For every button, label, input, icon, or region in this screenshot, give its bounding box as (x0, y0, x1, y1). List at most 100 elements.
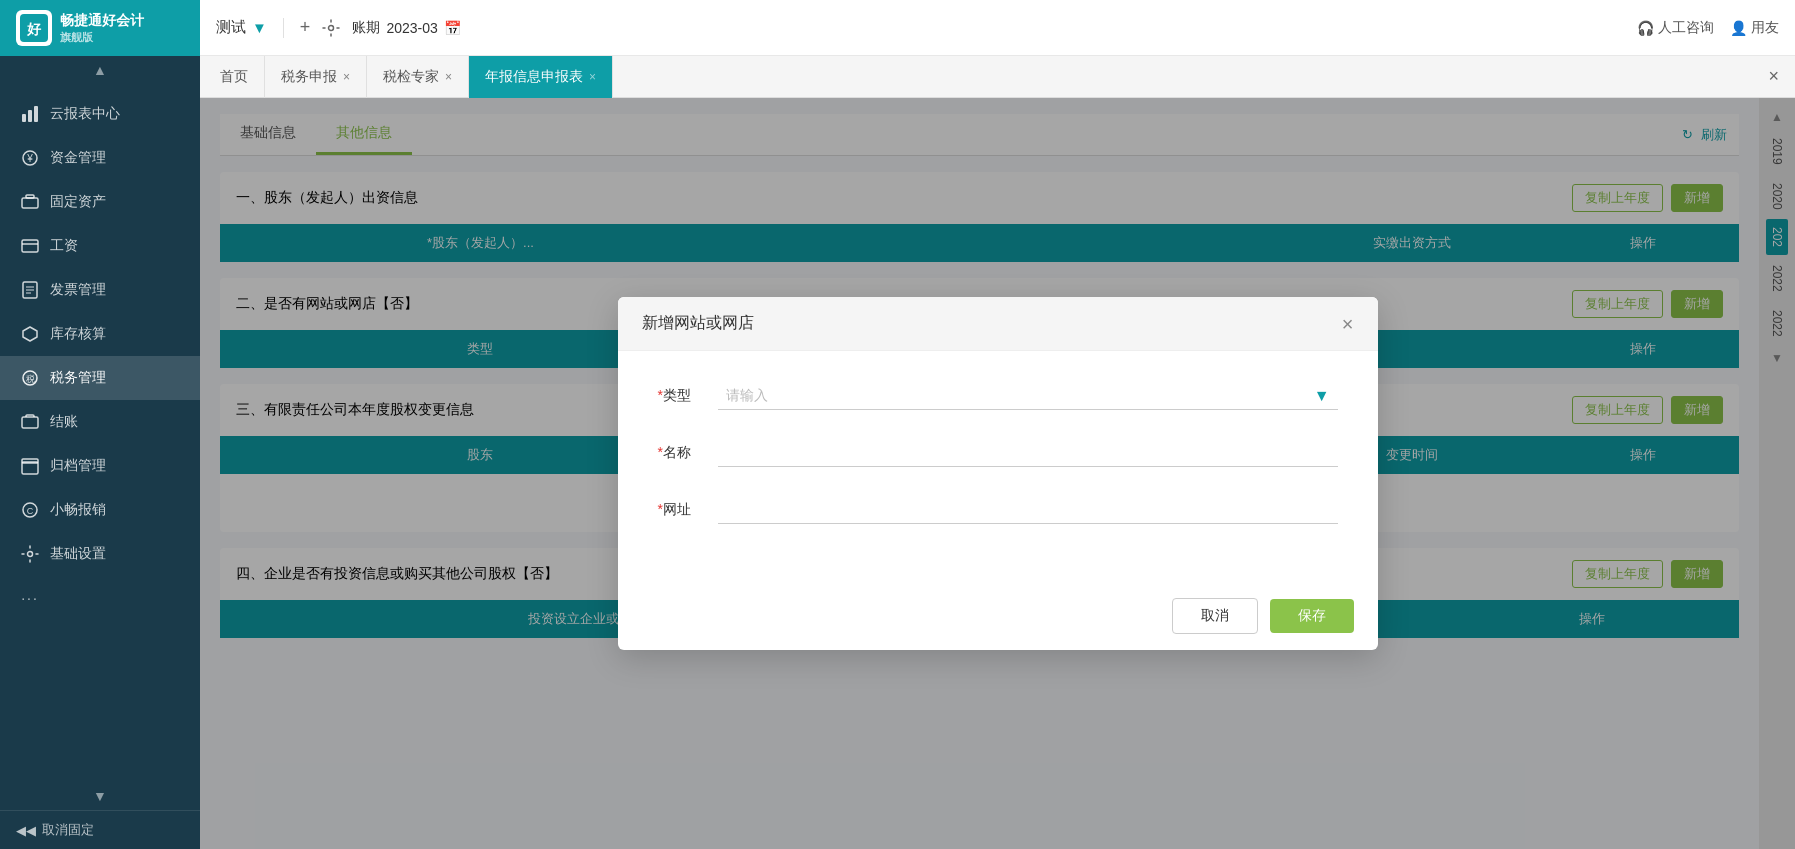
svg-point-22 (28, 552, 33, 557)
name-required-mark: * (658, 444, 663, 460)
tab-tax-inspection[interactable]: 税检专家 × (367, 56, 469, 98)
sidebar-item-label: 资金管理 (50, 149, 106, 167)
app-logo: 好 畅捷通好会计 旗舰版 (0, 0, 200, 56)
tab-home-label: 首页 (220, 68, 248, 86)
sidebar-item-label: 基础设置 (50, 545, 106, 563)
settings-button[interactable] (322, 19, 340, 37)
dialog-overlay: 新增网站或网店 × *类型 ▼ (200, 98, 1795, 849)
svg-rect-19 (22, 459, 38, 463)
tab-close-annual-report[interactable]: × (589, 70, 596, 84)
cancel-button[interactable]: 取消 (1172, 598, 1258, 634)
dialog-title: 新增网站或网店 (642, 313, 754, 334)
sidebar-item-label: 结账 (50, 413, 78, 431)
sidebar-item-label: 归档管理 (50, 457, 106, 475)
headset-icon: 🎧 (1637, 20, 1654, 36)
svg-rect-3 (28, 110, 32, 122)
tab-close-tax-inspection[interactable]: × (445, 70, 452, 84)
sidebar-item-tax-mgmt[interactable]: 税 税务管理 (0, 356, 200, 400)
app-name: 畅捷通好会计 (60, 11, 144, 29)
sidebar-item-label: 工资 (50, 237, 78, 255)
pin-icon: ◀◀ (16, 823, 36, 838)
sidebar-scroll-up[interactable]: ▲ (0, 56, 200, 84)
add-website-dialog: 新增网站或网店 × *类型 ▼ (618, 297, 1378, 650)
inventory-icon (20, 324, 40, 344)
user-icon: 👤 (1730, 20, 1747, 36)
tab-annual-report[interactable]: 年报信息申报表 × (469, 56, 613, 98)
sidebar-item-label: 固定资产 (50, 193, 106, 211)
topbar-divider (283, 18, 284, 38)
main-area: 测试 ▼ + 账期 2023-03 📅 🎧 人工咨询 👤 用友 (200, 0, 1795, 849)
more-icon: ··· (20, 588, 40, 608)
type-form-field: *类型 ▼ (658, 381, 1338, 410)
save-button[interactable]: 保存 (1270, 599, 1354, 633)
dialog-close-button[interactable]: × (1342, 314, 1354, 334)
app-subtitle: 旗舰版 (60, 30, 144, 45)
logo-icon: 好 (16, 10, 52, 46)
pin-button[interactable]: ◀◀ 取消固定 (16, 821, 184, 839)
sidebar-item-payroll[interactable]: 工资 (0, 224, 200, 268)
sidebar-item-inventory[interactable]: 库存核算 (0, 312, 200, 356)
company-name: 测试 (216, 18, 246, 37)
sidebar-item-cloud-report[interactable]: 云报表中心 (0, 92, 200, 136)
svg-text:¥: ¥ (26, 153, 33, 164)
user-button[interactable]: 👤 用友 (1730, 19, 1779, 37)
tax-icon: 税 (20, 368, 40, 388)
sidebar-item-fund-mgmt[interactable]: ¥ 资金管理 (0, 136, 200, 180)
dialog-footer: 取消 保存 (618, 582, 1378, 650)
svg-text:税: 税 (26, 374, 35, 384)
tab-home[interactable]: 首页 (204, 56, 265, 98)
calendar-icon[interactable]: 📅 (444, 20, 461, 36)
settings-icon (20, 544, 40, 564)
archive-icon (20, 456, 40, 476)
svg-rect-7 (22, 198, 38, 208)
service-label: 人工咨询 (1658, 19, 1714, 37)
svg-point-23 (329, 25, 334, 30)
type-label: *类型 (658, 387, 718, 405)
asset-icon (20, 192, 40, 212)
sidebar-item-fixed-assets[interactable]: 固定资产 (0, 180, 200, 224)
url-input[interactable] (718, 495, 1338, 524)
sidebar-item-archive-mgmt[interactable]: 归档管理 (0, 444, 200, 488)
type-required-mark: * (658, 387, 663, 403)
svg-rect-9 (22, 240, 38, 252)
user-label: 用友 (1751, 19, 1779, 37)
svg-text:好: 好 (26, 21, 42, 37)
dropdown-icon: ▼ (252, 19, 267, 36)
add-button[interactable]: + (300, 17, 311, 38)
tabs-close-all-button[interactable]: × (1756, 66, 1791, 87)
chart-icon (20, 104, 40, 124)
url-required-mark: * (658, 501, 663, 517)
period-label: 账期 (352, 19, 380, 37)
invoice-icon (20, 280, 40, 300)
xiaochang-icon: C (20, 500, 40, 520)
type-input[interactable] (718, 381, 1338, 410)
tab-tax-declaration[interactable]: 税务申报 × (265, 56, 367, 98)
tab-close-tax-declaration[interactable]: × (343, 70, 350, 84)
type-input-wrapper: ▼ (718, 381, 1338, 410)
sidebar-item-base-settings[interactable]: 基础设置 (0, 532, 200, 576)
name-label: *名称 (658, 444, 718, 462)
sidebar-item-more[interactable]: ··· (0, 576, 200, 620)
sidebar-item-label: 库存核算 (50, 325, 106, 343)
sidebar-nav: 云报表中心 ¥ 资金管理 固定资产 工资 (0, 84, 200, 782)
service-button[interactable]: 🎧 人工咨询 (1637, 19, 1714, 37)
payroll-icon (20, 236, 40, 256)
sidebar-item-checkout[interactable]: 结账 (0, 400, 200, 444)
name-form-field: *名称 (658, 438, 1338, 467)
tabs-bar: 首页 税务申报 × 税检专家 × 年报信息申报表 × × (200, 56, 1795, 98)
topbar: 测试 ▼ + 账期 2023-03 📅 🎧 人工咨询 👤 用友 (200, 0, 1795, 56)
tab-tax-declaration-label: 税务申报 (281, 68, 337, 86)
sidebar: 好 畅捷通好会计 旗舰版 ▲ 云报表中心 ¥ 资金管理 (0, 0, 200, 849)
topbar-right: 🎧 人工咨询 👤 用友 (1637, 19, 1779, 37)
dialog-header: 新增网站或网店 × (618, 297, 1378, 351)
sidebar-item-label: 发票管理 (50, 281, 106, 299)
pin-label: 取消固定 (42, 821, 94, 839)
svg-rect-8 (26, 195, 34, 198)
url-label: *网址 (658, 501, 718, 519)
sidebar-item-invoice-mgmt[interactable]: 发票管理 (0, 268, 200, 312)
sidebar-item-xiaochang[interactable]: C 小畅报销 (0, 488, 200, 532)
sidebar-scroll-down[interactable]: ▼ (0, 782, 200, 810)
svg-text:C: C (27, 506, 34, 516)
name-input[interactable] (718, 438, 1338, 467)
company-selector[interactable]: 测试 ▼ (216, 18, 267, 37)
